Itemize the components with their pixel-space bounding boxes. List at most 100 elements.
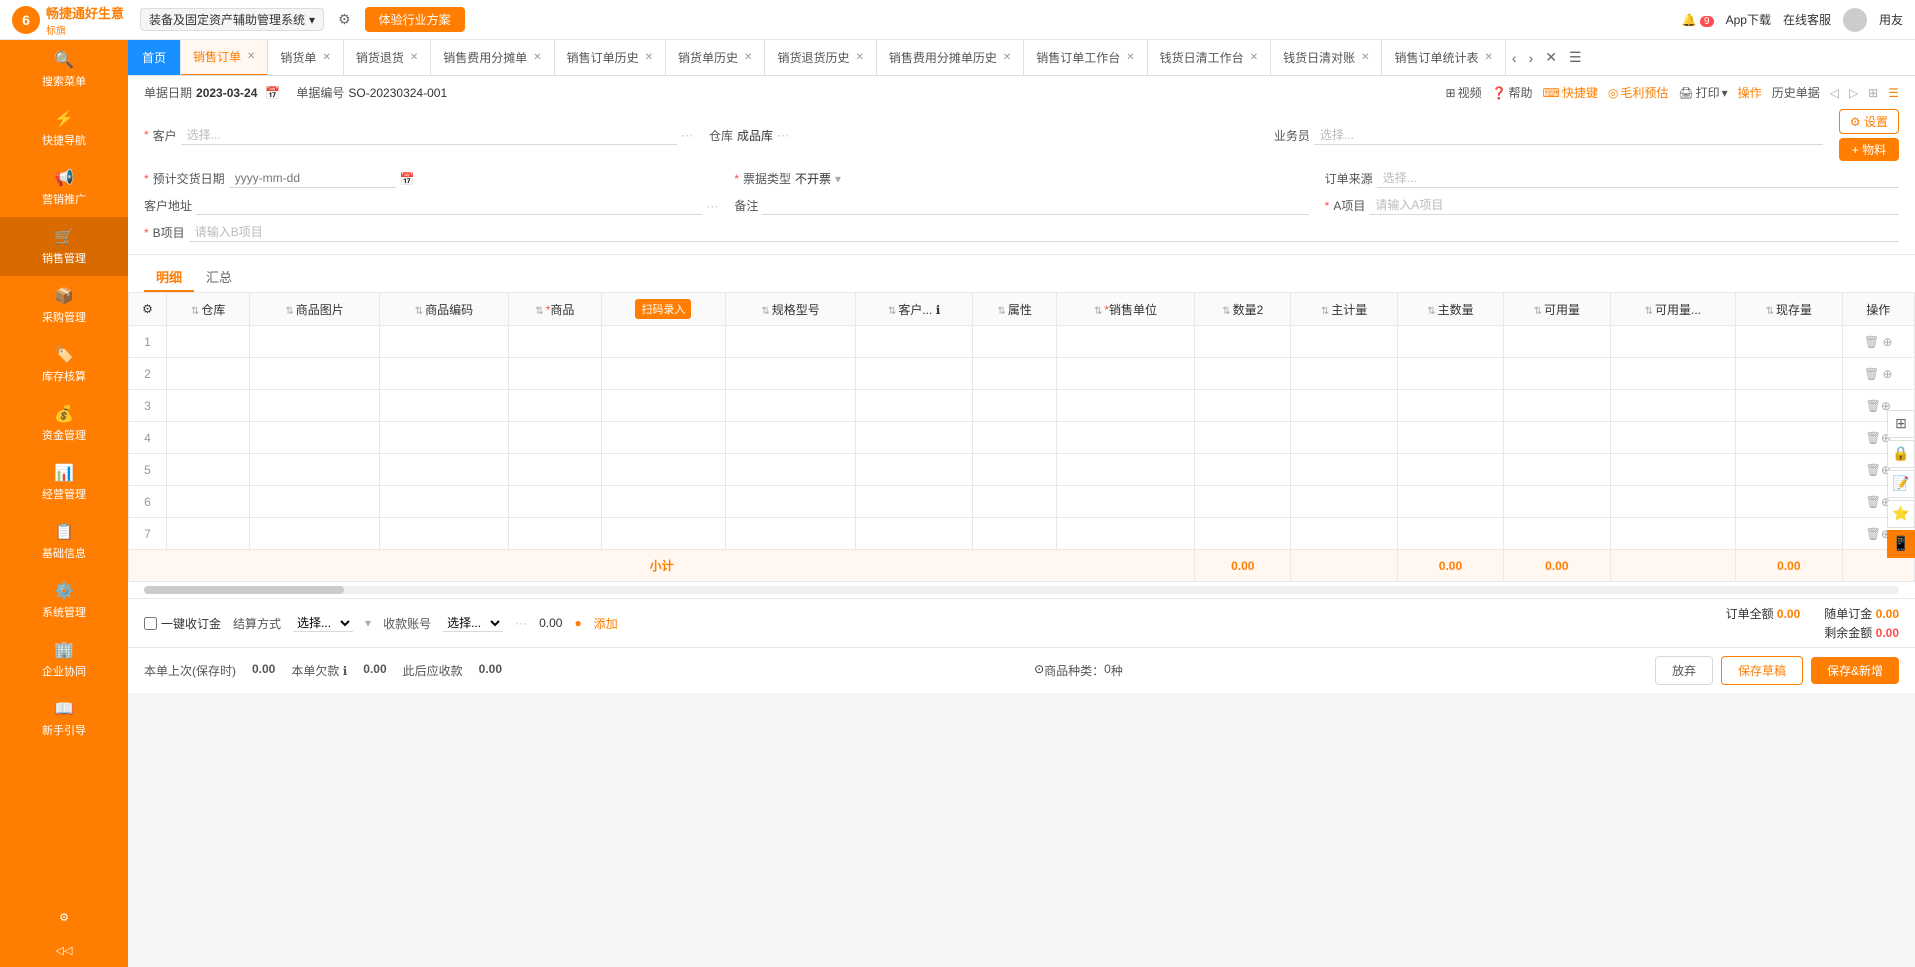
settlement-dropdown-icon[interactable]: ▾ <box>365 616 371 630</box>
cell-main-qty-2[interactable] <box>1397 358 1503 390</box>
cell-product-1[interactable] <box>509 326 601 358</box>
sidebar-item-finance[interactable]: 💰 资金管理 <box>0 394 128 453</box>
calendar-icon[interactable]: 📅 <box>265 86 280 100</box>
cell-spec-1[interactable] <box>726 326 855 358</box>
grid-view-icon[interactable]: ⊞ <box>1868 86 1878 100</box>
tab-sales-return-history[interactable]: 销货单历史 ✕ <box>666 40 765 76</box>
float-btn-1[interactable]: ⊞ <box>1887 410 1915 438</box>
cell-code-1[interactable] <box>379 326 508 358</box>
close-sales-order-history-icon[interactable]: ✕ <box>645 52 653 63</box>
delete-row-1-icon[interactable]: 🗑 <box>1864 335 1879 349</box>
tab-summary[interactable]: 汇总 <box>194 263 244 292</box>
settings-icon[interactable]: ⚙ <box>338 11 351 28</box>
address-expand-icon[interactable]: ··· <box>706 199 718 213</box>
history-btn[interactable]: 历史单据 <box>1772 84 1820 101</box>
cell-unit-2[interactable] <box>1056 358 1194 390</box>
close-sales-return-history-icon[interactable]: ✕ <box>744 52 752 63</box>
sidebar-item-purchase[interactable]: 📦 采购管理 <box>0 276 128 335</box>
tab-sales-fee[interactable]: 销售费用分摊单 ✕ <box>431 40 554 76</box>
address-input[interactable] <box>196 196 702 215</box>
float-btn-3[interactable]: 📝 <box>1887 470 1915 498</box>
profit-btn[interactable]: ◎ 毛利预估 <box>1608 84 1669 101</box>
tab-sales-order[interactable]: 销售订单 ✕ <box>181 40 268 76</box>
cell-warehouse-1[interactable] <box>166 326 249 358</box>
sidebar-settings[interactable]: ⚙ <box>0 901 128 934</box>
system-selector[interactable]: 装备及固定资产辅助管理系统 ▾ <box>140 8 324 31</box>
float-btn-4[interactable]: ⭐ <box>1887 500 1915 528</box>
setting-button[interactable]: ⚙ 设置 <box>1839 109 1899 134</box>
prev-record-icon[interactable]: ◁ <box>1830 86 1839 100</box>
cell-qty2-2[interactable] <box>1195 358 1291 390</box>
sort-main-qty-icon[interactable]: ⇅ <box>1427 306 1435 317</box>
add-material-button[interactable]: + 物料 <box>1839 138 1899 161</box>
tab-prev-btn[interactable]: ‹ <box>1506 50 1523 66</box>
tab-close-all-btn[interactable]: ✕ <box>1539 49 1563 66</box>
cell-spec-2[interactable] <box>726 358 855 390</box>
cell-attr-1[interactable] <box>973 326 1056 358</box>
account-select[interactable]: 选择... <box>443 615 503 632</box>
tab-next-btn[interactable]: › <box>1523 50 1540 66</box>
sidebar-item-search[interactable]: 🔍 搜索菜单 <box>0 40 128 99</box>
sidebar-item-basic[interactable]: 📋 基础信息 <box>0 512 128 571</box>
app-download-link[interactable]: App下载 <box>1726 11 1771 28</box>
col-settings[interactable]: ⚙ <box>129 293 167 326</box>
cell-warehouse-2[interactable] <box>166 358 249 390</box>
scroll-track[interactable] <box>144 586 1899 594</box>
scroll-thumb[interactable] <box>144 586 344 594</box>
tab-sales-order-history[interactable]: 销售订单历史 ✕ <box>555 40 666 76</box>
sidebar-item-marketing[interactable]: 📢 营销推广 <box>0 158 128 217</box>
delete-row-3-icon[interactable]: 🗑 <box>1866 399 1881 413</box>
user-avatar[interactable] <box>1843 8 1867 32</box>
delete-row-7-icon[interactable]: 🗑 <box>1866 527 1881 541</box>
close-cash-reconcile-icon[interactable]: ✕ <box>1361 52 1369 63</box>
tab-cash-reconcile[interactable]: 钱货日清对账 ✕ <box>1271 40 1382 76</box>
tab-sales-summary[interactable]: 销售订单统计表 ✕ <box>1382 40 1505 76</box>
sort-stock-icon[interactable]: ⇅ <box>1766 306 1774 317</box>
sidebar-item-sales[interactable]: 🛒 销售管理 <box>0 217 128 276</box>
close-sales-return-icon[interactable]: ✕ <box>322 52 330 63</box>
cell-qty2-1[interactable] <box>1195 326 1291 358</box>
warehouse-expand-icon[interactable]: ··· <box>777 128 789 142</box>
sidebar-collapse[interactable]: ◁◁ <box>0 934 128 967</box>
sort-attr-icon[interactable]: ⇅ <box>997 306 1005 317</box>
shortcut-btn[interactable]: ⌨ 快捷键 <box>1543 84 1598 101</box>
cell-main-qty-1[interactable] <box>1397 326 1503 358</box>
view-btn[interactable]: ⊞ 视频 <box>1446 84 1482 101</box>
cell-customer-code-2[interactable] <box>855 358 973 390</box>
sort-qty2-icon[interactable]: ⇅ <box>1222 306 1230 317</box>
sidebar-item-guide[interactable]: 📖 新手引导 <box>0 689 128 748</box>
delivery-input[interactable] <box>229 169 396 188</box>
sort-unit-icon[interactable]: ⇅ <box>1094 306 1102 317</box>
customer-input[interactable] <box>181 126 677 145</box>
solution-button[interactable]: 体验行业方案 <box>365 7 465 32</box>
settlement-select[interactable]: 选择... <box>293 615 353 632</box>
order-source-input[interactable] <box>1377 169 1899 188</box>
cell-product-2[interactable] <box>509 358 601 390</box>
tab-sales-refund[interactable]: 销货退货 ✕ <box>344 40 431 76</box>
delete-row-2-icon[interactable]: 🗑 <box>1864 367 1879 381</box>
cell-unit-1[interactable] <box>1056 326 1194 358</box>
staff-input[interactable] <box>1314 126 1823 145</box>
delivery-calendar-icon[interactable]: 📅 <box>400 172 415 186</box>
cell-code-2[interactable] <box>379 358 508 390</box>
close-sales-summary-icon[interactable]: ✕ <box>1485 52 1493 63</box>
add-payment-icon[interactable]: ● <box>574 616 581 630</box>
sidebar-item-operation[interactable]: 📊 经营管理 <box>0 453 128 512</box>
discard-button[interactable]: 放弃 <box>1655 656 1713 685</box>
float-btn-2[interactable]: 🔒 <box>1887 440 1915 468</box>
close-sales-refund-icon[interactable]: ✕ <box>410 52 418 63</box>
close-sales-workbench-icon[interactable]: ✕ <box>1126 52 1134 63</box>
scan-button[interactable]: 扫码录入 <box>635 299 691 319</box>
sidebar-item-system[interactable]: ⚙️ 系统管理 <box>0 571 128 630</box>
tab-cash-daily[interactable]: 钱货日清工作台 ✕ <box>1148 40 1271 76</box>
sort-main-unit-icon[interactable]: ⇅ <box>1321 306 1329 317</box>
col-settings-icon[interactable]: ⚙ <box>142 302 153 316</box>
one-key-settle-checkbox[interactable] <box>144 617 157 630</box>
tab-detail[interactable]: 明细 <box>144 263 194 292</box>
notification-bell[interactable]: 🔔 9 <box>1682 13 1714 27</box>
close-sales-fee-icon[interactable]: ✕ <box>533 52 541 63</box>
sort-code-icon[interactable]: ⇅ <box>415 306 423 317</box>
help-btn[interactable]: ❓ 帮助 <box>1492 84 1533 101</box>
online-support-link[interactable]: 在线客服 <box>1783 11 1831 28</box>
tab-sales-refund-history[interactable]: 销货退货历史 ✕ <box>765 40 876 76</box>
